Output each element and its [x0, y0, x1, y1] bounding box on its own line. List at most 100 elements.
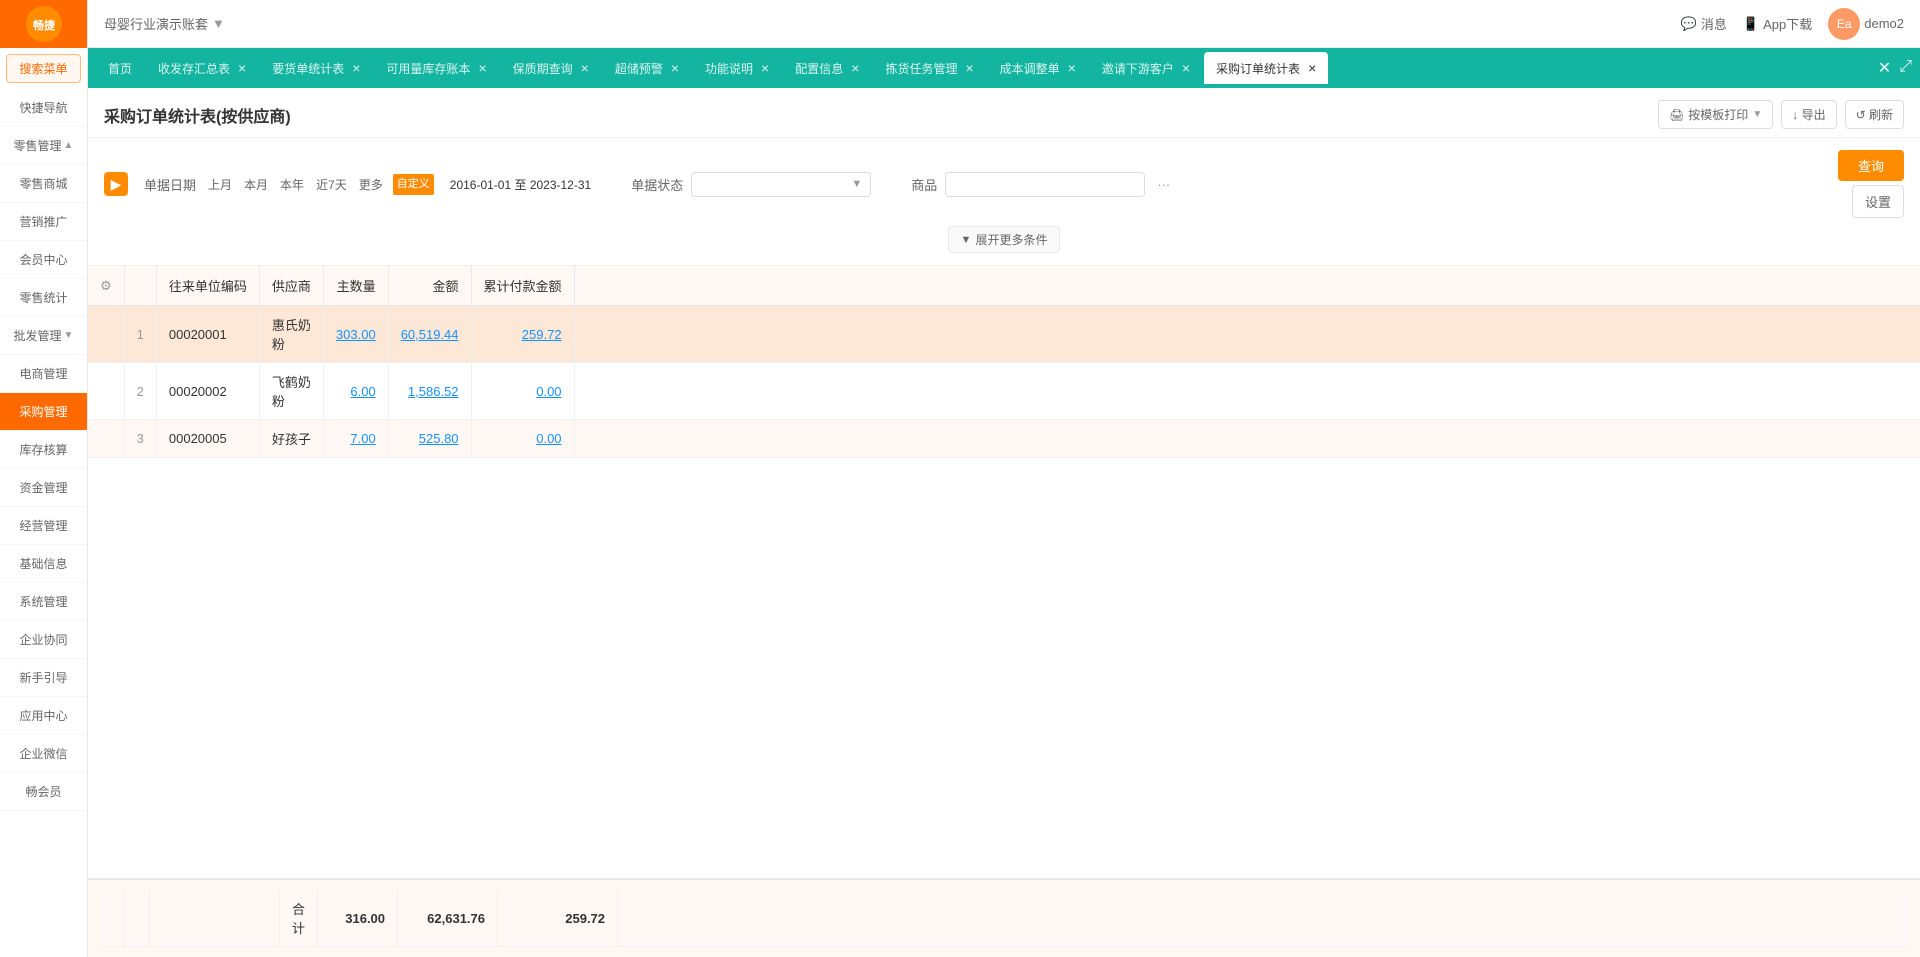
tab-close-icon[interactable]: ×: [1182, 60, 1190, 76]
tab-cost-adjust[interactable]: 成本调整单 ×: [988, 52, 1088, 84]
sidebar-item-retail[interactable]: 零售管理 ▲: [0, 127, 87, 165]
last-month-shortcut[interactable]: 上月: [204, 174, 236, 195]
tab-purchase-stats[interactable]: 采购订单统计表 ×: [1204, 52, 1328, 84]
sidebar-item-member[interactable]: 会员中心: [0, 241, 87, 279]
tab-home[interactable]: 首页: [96, 52, 144, 84]
this-year-shortcut[interactable]: 本年: [276, 174, 308, 195]
row-num-cell: 2: [124, 363, 156, 420]
export-icon: ↓: [1792, 108, 1798, 122]
tab-close-icon[interactable]: ×: [965, 60, 973, 76]
table-row[interactable]: 3 00020005 好孩子 7.00 525.80 0.00: [88, 420, 1920, 458]
this-month-shortcut[interactable]: 本月: [240, 174, 272, 195]
amount-link[interactable]: 1,586.52: [408, 384, 459, 399]
tab-close-icon[interactable]: ×: [1068, 60, 1076, 76]
more-shortcut[interactable]: 更多: [355, 174, 387, 195]
tab-close-icon[interactable]: ×: [671, 60, 679, 76]
settings-button[interactable]: 设置: [1852, 185, 1904, 218]
settings-icon[interactable]: ⚙: [100, 278, 112, 293]
footer-amount-cell: 62,631.76: [398, 890, 498, 947]
refresh-button[interactable]: ↺ 刷新: [1845, 100, 1904, 129]
date-filter-group: 单据日期 上月 本月 本年 近7天 更多 自定义: [144, 174, 434, 195]
column-supplier-name: 供应商: [259, 266, 323, 306]
qty-link[interactable]: 7.00: [350, 431, 375, 446]
template-print-button[interactable]: 🖨 按模板打印 ▼: [1658, 100, 1773, 129]
tab-close-icon[interactable]: ×: [851, 60, 859, 76]
tab-close-all-button[interactable]: ✕: [1878, 58, 1891, 78]
filter-more-row: ▼ 展开更多条件: [104, 226, 1904, 253]
sidebar-item-ecommerce[interactable]: 电商管理: [0, 355, 87, 393]
sidebar-item-app-center[interactable]: 应用中心: [0, 697, 87, 735]
table-row[interactable]: 1 00020001 惠氏奶粉 303.00 60,519.44 259.72: [88, 306, 1920, 363]
refresh-icon: ↺: [1856, 108, 1866, 122]
search-menu-button[interactable]: 搜索菜单: [6, 54, 81, 83]
tab-available-stock[interactable]: 可用量库存账本 ×: [374, 52, 498, 84]
row-settings-cell: [88, 306, 124, 363]
tab-collect-send[interactable]: 收发存汇总表 ×: [146, 52, 258, 84]
column-settings[interactable]: ⚙: [88, 266, 124, 306]
messages-button[interactable]: 💬 消息: [1681, 14, 1727, 33]
tab-order-stats[interactable]: 要货单统计表 ×: [260, 52, 372, 84]
tab-expiry-query[interactable]: 保质期查询 ×: [501, 52, 601, 84]
purchase-stats-table: ⚙ 往来单位编码 供应商 主数量 金额 累计付款金额 1: [88, 266, 1920, 458]
sidebar-item-operations[interactable]: 经营管理: [0, 507, 87, 545]
amount-link[interactable]: 60,519.44: [401, 327, 459, 342]
sidebar-item-purchase[interactable]: 采购管理: [0, 393, 87, 431]
row-num-cell: 3: [124, 420, 156, 458]
7days-shortcut[interactable]: 近7天: [312, 174, 351, 195]
qty-link[interactable]: 6.00: [350, 384, 375, 399]
logo-icon: 畅捷: [24, 4, 64, 44]
status-select[interactable]: ▼: [691, 172, 871, 197]
industry-selector[interactable]: 母婴行业演示账套 ▼: [104, 14, 225, 33]
tab-close-icon[interactable]: ×: [478, 60, 486, 76]
tab-pick-task[interactable]: 拣货任务管理 ×: [873, 52, 985, 84]
sidebar-item-inventory[interactable]: 库存核算: [0, 431, 87, 469]
user-menu[interactable]: Ea demo2: [1828, 8, 1904, 40]
paid-link[interactable]: 0.00: [536, 384, 561, 399]
tab-over-stock[interactable]: 超储预警 ×: [603, 52, 691, 84]
expand-more-button[interactable]: ▼ 展开更多条件: [948, 226, 1061, 253]
sidebar-item-retail-shop[interactable]: 零售商城: [0, 165, 87, 203]
filter-toggle-button[interactable]: ▶: [104, 172, 128, 196]
tab-close-icon[interactable]: ×: [581, 60, 589, 76]
tab-expand-button[interactable]: ⤢: [1899, 58, 1912, 78]
tab-close-icon[interactable]: ×: [761, 60, 769, 76]
footer-settings-cell: [100, 890, 125, 947]
qty-link[interactable]: 303.00: [336, 327, 376, 342]
sidebar-item-quick-nav[interactable]: 快捷导航: [0, 89, 87, 127]
more-options-icon[interactable]: ···: [1157, 177, 1170, 192]
tab-config-info[interactable]: 配置信息 ×: [783, 52, 871, 84]
sidebar-item-enterprise-wx[interactable]: 企业微信: [0, 735, 87, 773]
search-button[interactable]: 查询: [1838, 150, 1904, 181]
goods-input[interactable]: [945, 172, 1145, 197]
sidebar-item-basic-info[interactable]: 基础信息: [0, 545, 87, 583]
sidebar-item-retail-stats[interactable]: 零售统计: [0, 279, 87, 317]
amount-link[interactable]: 525.80: [419, 431, 459, 446]
tab-func-desc[interactable]: 功能说明 ×: [693, 52, 781, 84]
table-area: ⚙ 往来单位编码 供应商 主数量 金额 累计付款金额 1: [88, 266, 1920, 878]
tab-close-icon[interactable]: ×: [238, 60, 246, 76]
paid-link[interactable]: 0.00: [536, 431, 561, 446]
page-actions: 🖨 按模板打印 ▼ ↓ 导出 ↺ 刷新: [1658, 100, 1904, 129]
sidebar-item-sys-manage[interactable]: 系统管理: [0, 583, 87, 621]
chevron-down-icon: ▼: [851, 178, 862, 190]
app-logo: 畅捷: [0, 0, 87, 48]
row-settings-cell: [88, 363, 124, 420]
sidebar-item-new-guide[interactable]: 新手引导: [0, 659, 87, 697]
paid-link[interactable]: 259.72: [522, 327, 562, 342]
footer-code-cell: [150, 890, 280, 947]
table-row[interactable]: 2 00020002 飞鹤奶粉 6.00 1,586.52 0.00: [88, 363, 1920, 420]
column-main-qty: 主数量: [323, 266, 388, 306]
sidebar-item-wholesale[interactable]: 批发管理 ▼: [0, 317, 87, 355]
tab-invite-downstream[interactable]: 邀请下游客户 ×: [1090, 52, 1202, 84]
app-download-button[interactable]: 📱 App下载: [1743, 14, 1812, 33]
export-button[interactable]: ↓ 导出: [1781, 100, 1836, 129]
sidebar-item-marketing[interactable]: 营销推广: [0, 203, 87, 241]
tab-close-icon[interactable]: ×: [352, 60, 360, 76]
supplier-code-cell: 00020005: [156, 420, 259, 458]
tab-close-icon[interactable]: ×: [1308, 60, 1316, 76]
sidebar-item-enterprise[interactable]: 企业协同: [0, 621, 87, 659]
sidebar-item-vip[interactable]: 畅会员: [0, 773, 87, 811]
footer-label: 合计: [292, 902, 305, 936]
date-shortcuts: 上月 本月 本年 近7天 更多 自定义: [204, 174, 434, 195]
sidebar-item-finance[interactable]: 资金管理: [0, 469, 87, 507]
